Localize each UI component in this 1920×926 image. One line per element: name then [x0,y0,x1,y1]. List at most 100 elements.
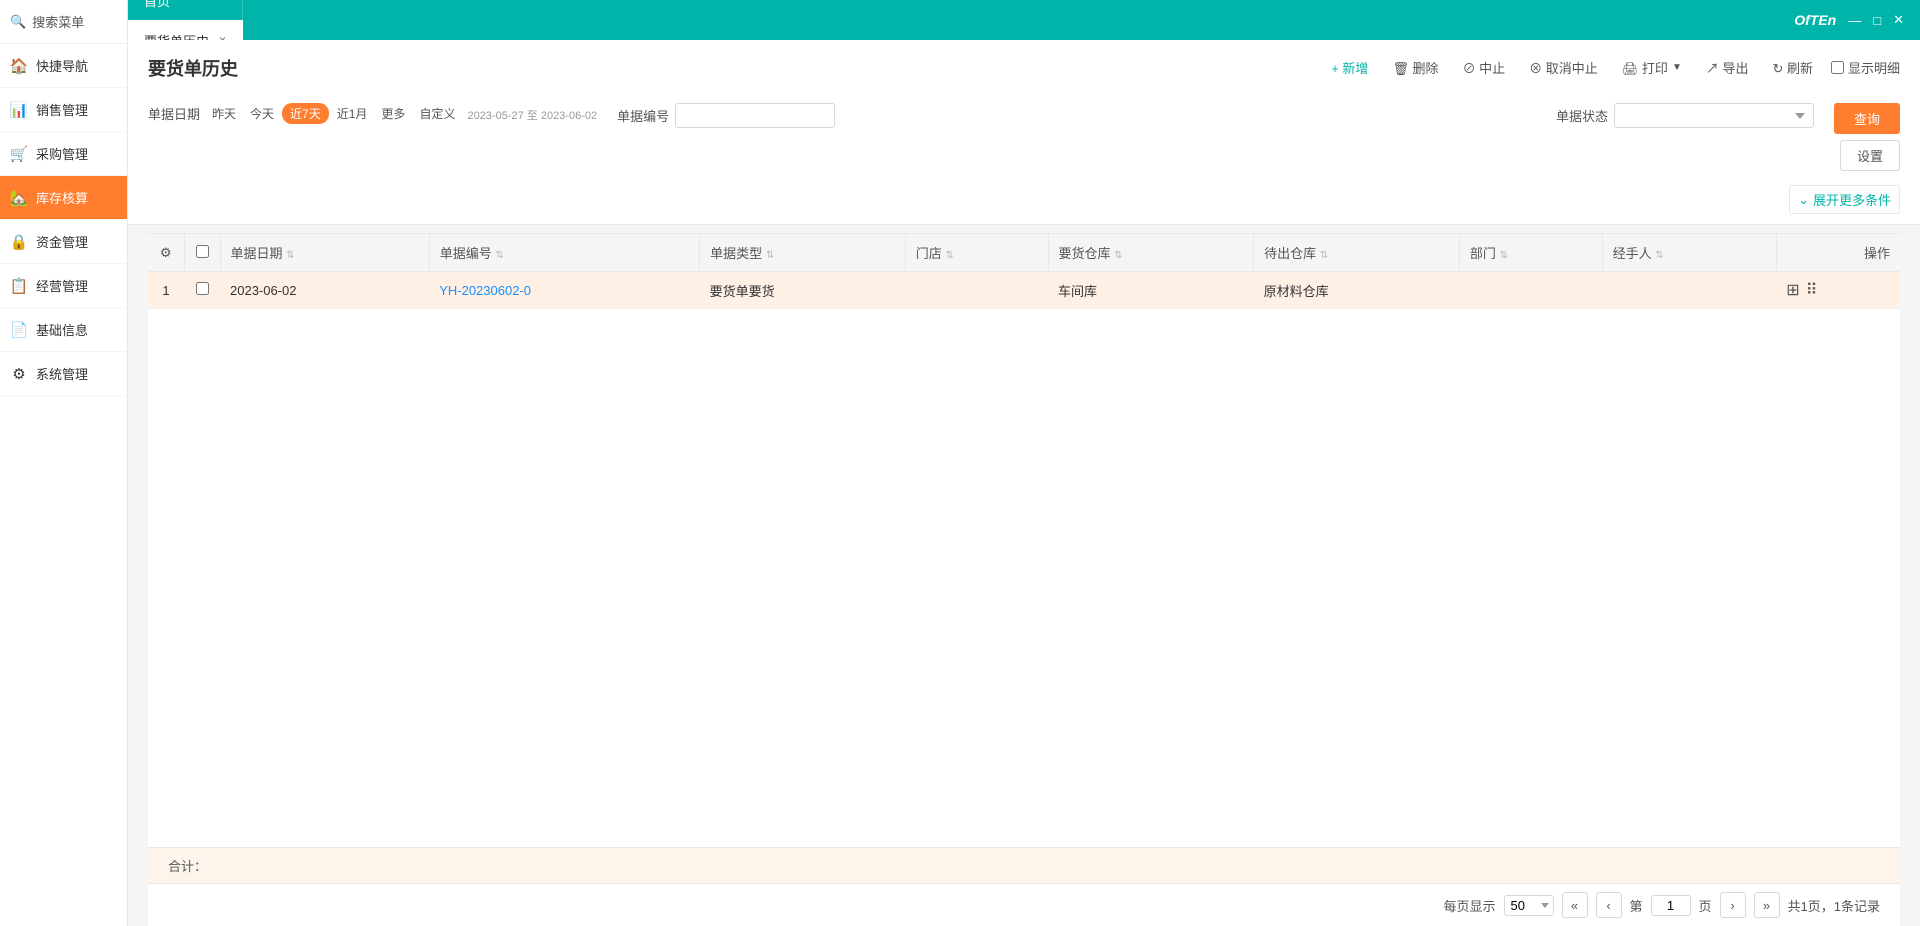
date-btn-近1月[interactable]: 近1月 [331,103,374,124]
tab-label: 首页 [144,0,170,10]
status-select[interactable] [1614,103,1814,128]
table-row[interactable]: 1 2023-06-02 YH-20230602-0 要货单要货 车间库 原材料… [148,272,1900,309]
brand-label: OfTEn [1794,12,1836,28]
setting-button[interactable]: 设置 [1840,140,1900,171]
expand-more-btn[interactable]: ⌄ 展开更多条件 [1789,185,1900,214]
filter-row: 单据日期 昨天今天近7天近1月更多自定义 2023-05-27 至 2023-0… [148,93,1900,179]
sidebar-item-label: 系统管理 [36,364,88,383]
date-filter-group: 单据日期 昨天今天近7天近1月更多自定义 2023-05-27 至 2023-0… [148,103,597,124]
date-range-btns: 昨天今天近7天近1月更多自定义 [206,103,461,124]
cell-index: 1 [148,272,184,309]
pagination-bar: 每页显示 102050100 « ‹ 第 页 › » 共1页，1条记录 [148,883,1900,926]
minimize-btn[interactable]: — [1848,13,1861,28]
date-range-display: 2023-05-27 至 2023-06-02 [467,107,597,123]
sidebar-item-sales[interactable]: 📊销售管理 [0,88,127,132]
display-detail-toggle[interactable]: 显示明细 [1831,58,1900,77]
cell-store [905,272,1048,309]
last-page-btn[interactable]: » [1754,892,1780,918]
inventory-icon: 🏡 [10,189,28,207]
new-button[interactable]: + 新增 [1325,54,1374,81]
sidebar-item-purchase[interactable]: 🛒采购管理 [0,132,127,176]
th-pending-warehouse: 待出仓库 ⇅ [1254,234,1460,272]
sort-handler-icon[interactable]: ⇅ [1655,250,1663,261]
sort-docno-icon[interactable]: ⇅ [495,250,503,261]
th-date: 单据日期 ⇅ [220,234,429,272]
topbar-right: OfTEn — □ ✕ [1794,12,1920,28]
prev-page-btn[interactable]: ‹ [1596,892,1622,918]
row-checkbox[interactable] [196,282,209,295]
export-button[interactable]: ↗ 导出 [1700,54,1755,81]
cell-doc-no: YH-20230602-0 [429,272,699,309]
basic-info-icon: 📄 [10,321,28,339]
date-btn-昨天[interactable]: 昨天 [206,103,242,124]
purchase-icon: 🛒 [10,145,28,163]
print-button[interactable]: 🖨 打印 ▼ [1616,54,1688,81]
sidebar-item-label: 资金管理 [36,232,88,251]
quick-nav-icon: 🏠 [10,57,28,75]
page-label-before: 第 [1630,896,1643,915]
date-btn-更多[interactable]: 更多 [375,103,411,124]
sidebar-item-quick-nav[interactable]: 🏠 快捷导航 [0,44,127,88]
sidebar-item-label: 快捷导航 [36,56,88,75]
sidebar-item-label: 基础信息 [36,320,88,339]
th-settings[interactable]: ⚙ [148,234,184,272]
sort-pendwh-icon[interactable]: ⇅ [1320,250,1328,261]
date-btn-今天[interactable]: 今天 [244,103,280,124]
page-header: 要货单历史 + 新增 🗑 删除 ⊘ 中止 ⊗ 取消中止 🖨 打印 ▼ ↗ 导出 … [128,40,1920,225]
main-area: 首页要货单历史× OfTEn — □ ✕ 要货单历史 + 新增 🗑 删除 ⊘ 中… [128,0,1920,926]
cell-department [1459,272,1602,309]
operations-icon: 📋 [10,277,28,295]
close-btn[interactable]: ✕ [1893,12,1904,28]
next-page-btn[interactable]: › [1720,892,1746,918]
sidebar-item-operations[interactable]: 📋经营管理 [0,264,127,308]
page-number-input[interactable] [1651,895,1691,916]
query-button[interactable]: 查询 [1834,103,1900,134]
maximize-btn[interactable]: □ [1873,13,1881,28]
sidebar-search-label: 搜索菜单 [32,12,84,31]
first-page-btn[interactable]: « [1562,892,1588,918]
th-doc-type: 单据类型 ⇅ [700,234,906,272]
refresh-button[interactable]: ↻ 刷新 [1766,54,1819,81]
sales-icon: 📊 [10,101,28,119]
sort-date-icon[interactable]: ⇅ [286,250,294,261]
date-btn-自定义[interactable]: 自定义 [413,103,461,124]
sidebar-item-inventory[interactable]: 🏡库存核算 [0,176,127,220]
doc-no-input[interactable] [675,103,835,128]
chevron-down-icon: ⌄ [1798,192,1809,208]
sort-dept-icon[interactable]: ⇅ [1499,250,1507,261]
delete-button[interactable]: 🗑 删除 [1386,54,1444,81]
cancel-stop-button[interactable]: ⊗ 取消中止 [1523,54,1604,81]
date-filter-label: 单据日期 [148,104,200,123]
cell-req-warehouse: 车间库 [1048,272,1254,309]
page-label-after: 页 [1699,896,1712,915]
th-req-warehouse: 要货仓库 ⇅ [1048,234,1254,272]
settings-icon[interactable]: ⚙ [160,245,172,260]
sidebar-item-basic-info[interactable]: 📄 基础信息 [0,308,127,352]
cell-pending-warehouse: 原材料仓库 [1254,272,1460,309]
sort-store-icon[interactable]: ⇅ [945,250,953,261]
doc-no-filter-group: 单据编号 [617,103,835,128]
select-all-checkbox[interactable] [196,245,209,258]
sidebar-search[interactable]: 🔍 搜索菜单 [0,0,127,44]
doc-no-link[interactable]: YH-20230602-0 [439,283,531,298]
summary-label: 合计： [168,859,207,874]
row-more-btn[interactable]: ⠿ [1806,280,1818,300]
th-handler: 经手人 ⇅ [1602,234,1776,272]
table-footer: 合计： [148,847,1900,883]
th-checkbox [184,234,220,272]
th-doc-no: 单据编号 ⇅ [429,234,699,272]
content-body: ⚙ 单据日期 ⇅ 单据编号 ⇅ [128,225,1920,926]
row-edit-btn[interactable]: ⊞ [1786,280,1799,300]
page-title: 要货单历史 [148,55,238,81]
th-actions: 操作 [1776,234,1900,272]
sidebar-item-finance[interactable]: 🔒资金管理 [0,220,127,264]
table-wrapper: ⚙ 单据日期 ⇅ 单据编号 ⇅ [148,233,1900,847]
table-header-row: ⚙ 单据日期 ⇅ 单据编号 ⇅ [148,234,1900,272]
sort-doctype-icon[interactable]: ⇅ [766,250,774,261]
page-size-select[interactable]: 102050100 [1504,895,1554,916]
sort-reqwh-icon[interactable]: ⇅ [1114,250,1122,261]
date-btn-近7天[interactable]: 近7天 [282,103,329,124]
stop-button[interactable]: ⊘ 中止 [1457,54,1512,81]
tab-home[interactable]: 首页 [128,0,243,20]
sidebar-item-system[interactable]: ⚙系统管理 [0,352,127,396]
